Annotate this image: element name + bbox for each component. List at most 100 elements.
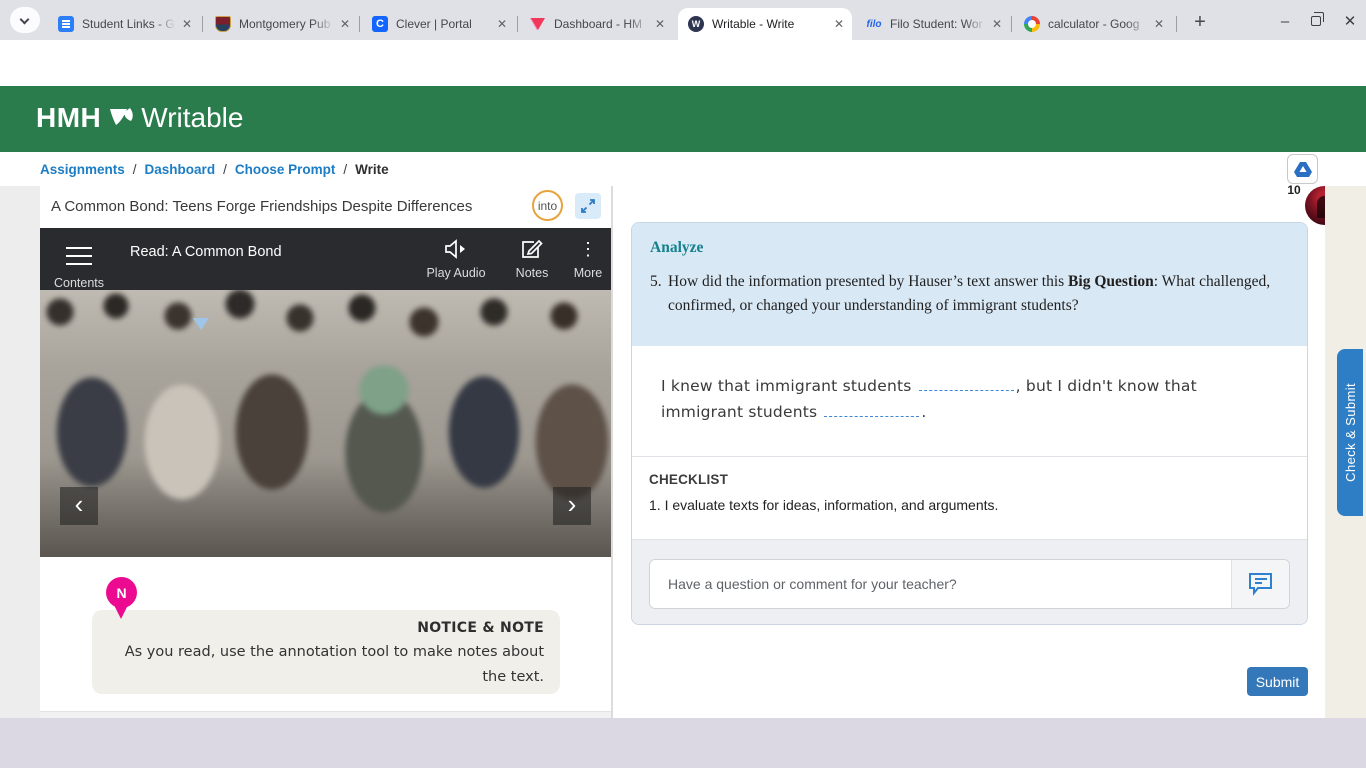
breadcrumb-dashboard[interactable]: Dashboard <box>145 162 216 177</box>
question-number: 5. <box>650 273 662 290</box>
pin-letter: N <box>106 577 137 608</box>
contents-button[interactable]: Contents <box>48 236 110 290</box>
google-favicon-icon <box>1024 16 1040 32</box>
question-text: How did the information presented by Hau… <box>668 270 1289 318</box>
tab-title: Filo Student: Wor <box>890 17 983 31</box>
tab-title: Clever | Portal <box>396 17 472 31</box>
teacher-comment-input[interactable] <box>650 560 1231 608</box>
play-audio-label: Play Audio <box>426 266 486 280</box>
notice-note-card: NOTICE & NOTE As you read, use the annot… <box>92 610 560 694</box>
tab-close-icon[interactable]: ✕ <box>655 17 665 31</box>
expand-reader-button[interactable] <box>575 193 601 219</box>
browser-toolbar: ← → ↻ app.writable.com/writing?goalId=bf… <box>0 40 1366 119</box>
sentence-frame[interactable]: I knew that immigrant students , but I d… <box>632 346 1307 456</box>
breadcrumb-current-write: Write <box>355 161 389 177</box>
writable-header: HMH Writable 10 <box>0 86 1366 225</box>
notes-button[interactable]: Notes <box>500 236 564 284</box>
screen: Student Links - G ✕ Montgomery Pub ✕ C C… <box>0 0 1366 768</box>
reader-toolbar: Contents Read: A Common Bond Play Audio … <box>40 228 611 290</box>
google-drive-button[interactable] <box>1287 154 1318 184</box>
tab-writable-active[interactable]: W Writable - Write ✕ <box>678 8 852 40</box>
article-photo: ‹ › <box>40 290 611 557</box>
horizontal-scrollbar[interactable] <box>40 711 611 718</box>
carousel-next-button[interactable]: › <box>553 487 591 525</box>
reader-more-button[interactable]: ⋮ More <box>564 236 612 284</box>
more-dots-icon: ⋮ <box>579 239 597 259</box>
docs-favicon-icon <box>58 16 74 32</box>
analyze-heading: Analyze <box>650 239 704 256</box>
restore-icon <box>1311 12 1324 26</box>
hmh-favicon-icon <box>530 16 546 32</box>
notice-note-heading: NOTICE & NOTE <box>417 620 544 636</box>
chat-bubble-icon <box>1264 196 1284 215</box>
reader-title: Read: A Common Bond <box>130 244 282 260</box>
hamburger-icon <box>66 246 92 249</box>
writable-favicon-icon: W <box>688 16 704 32</box>
notice-note-pin-icon: N <box>106 577 137 621</box>
browser-tab-strip: Student Links - G ✕ Montgomery Pub ✕ C C… <box>0 0 1366 40</box>
reading-title: A Common Bond: Teens Forge Friendships D… <box>51 198 473 215</box>
checklist-heading: CHECKLIST <box>649 472 729 487</box>
into-program-badge: into <box>532 190 563 221</box>
answer-blank-1[interactable] <box>918 377 1014 391</box>
window-close-button[interactable]: ✕ <box>1337 8 1363 34</box>
tab-title: Student Links - G <box>82 17 175 31</box>
tab-calculator[interactable]: calculator - Goog ✕ <box>1014 8 1172 40</box>
analyze-section: Analyze 5. How did the information prese… <box>632 223 1307 346</box>
tab-separator <box>359 16 360 32</box>
breadcrumb-separator: / <box>132 161 137 177</box>
tab-close-icon[interactable]: ✕ <box>1154 17 1164 31</box>
tab-close-icon[interactable]: ✕ <box>182 17 192 31</box>
new-tab-button[interactable]: + <box>1186 8 1214 36</box>
submit-button[interactable]: Submit <box>1247 667 1308 696</box>
tab-close-icon[interactable]: ✕ <box>340 17 350 31</box>
reading-title-row: A Common Bond: Teens Forge Friendships D… <box>40 186 611 228</box>
question-bold: Big Question <box>1068 273 1154 290</box>
tab-title: Writable - Write <box>712 17 795 31</box>
breadcrumb-assignments[interactable]: Assignments <box>40 162 125 177</box>
window-restore-button[interactable] <box>1303 8 1329 34</box>
question-panel: Analyze 5. How did the information prese… <box>631 222 1308 625</box>
carousel-prev-button[interactable]: ‹ <box>60 487 98 525</box>
window-minimize-button[interactable]: – <box>1272 8 1298 34</box>
tab-close-icon[interactable]: ✕ <box>834 17 844 31</box>
tab-dashboard-hmh[interactable]: Dashboard - HM ✕ <box>520 8 673 40</box>
tab-close-icon[interactable]: ✕ <box>992 17 1002 31</box>
breadcrumb: Assignments / Dashboard / Choose Prompt … <box>40 152 389 186</box>
drive-icon <box>1293 162 1312 177</box>
contents-label: Contents <box>53 276 105 290</box>
brand-hmh-text: HMH <box>36 102 102 133</box>
answer-blank-2[interactable] <box>824 403 920 417</box>
comment-box <box>649 559 1290 609</box>
check-and-submit-tab[interactable]: Check & Submit <box>1337 349 1363 516</box>
tab-close-icon[interactable]: ✕ <box>497 17 507 31</box>
tab-title: calculator - Goog <box>1048 17 1140 31</box>
frame-text-3: . <box>921 403 927 421</box>
tab-search-button[interactable] <box>10 7 40 33</box>
tab-clever[interactable]: C Clever | Portal ✕ <box>362 8 515 40</box>
breadcrumb-choose-prompt[interactable]: Choose Prompt <box>235 162 336 177</box>
checklist-section: CHECKLIST 1. I evaluate texts for ideas,… <box>632 456 1307 539</box>
tab-separator <box>1011 16 1012 32</box>
play-audio-button[interactable]: Play Audio <box>424 236 488 284</box>
tab-separator <box>1176 16 1177 32</box>
question-row: 5. How did the information presented by … <box>650 270 1289 318</box>
tab-filo[interactable]: filo Filo Student: Wor ✕ <box>856 8 1010 40</box>
hmh-writable-logo: HMH Writable <box>36 102 243 134</box>
crest-favicon-icon <box>215 16 231 32</box>
expand-icon <box>581 199 595 213</box>
check-submit-label: Check & Submit <box>1342 383 1358 482</box>
tab-separator <box>517 16 518 32</box>
frame-text-1: I knew that immigrant students <box>661 377 917 395</box>
brand-writable-text: Writable <box>141 102 244 133</box>
tab-montgomery[interactable]: Montgomery Pub ✕ <box>205 8 358 40</box>
breadcrumb-separator: / <box>223 161 227 177</box>
tab-student-links[interactable]: Student Links - G ✕ <box>48 8 200 40</box>
annotation-marker-icon[interactable] <box>193 318 209 330</box>
chromeos-shelf: Sign out 1 May 8 8:26 EXTD <box>0 718 1366 768</box>
tab-title: Montgomery Pub <box>239 17 331 31</box>
clever-favicon-icon: C <box>372 16 388 32</box>
more-label: More <box>573 266 603 280</box>
speaker-icon <box>445 239 465 259</box>
send-comment-button[interactable] <box>1231 560 1289 608</box>
